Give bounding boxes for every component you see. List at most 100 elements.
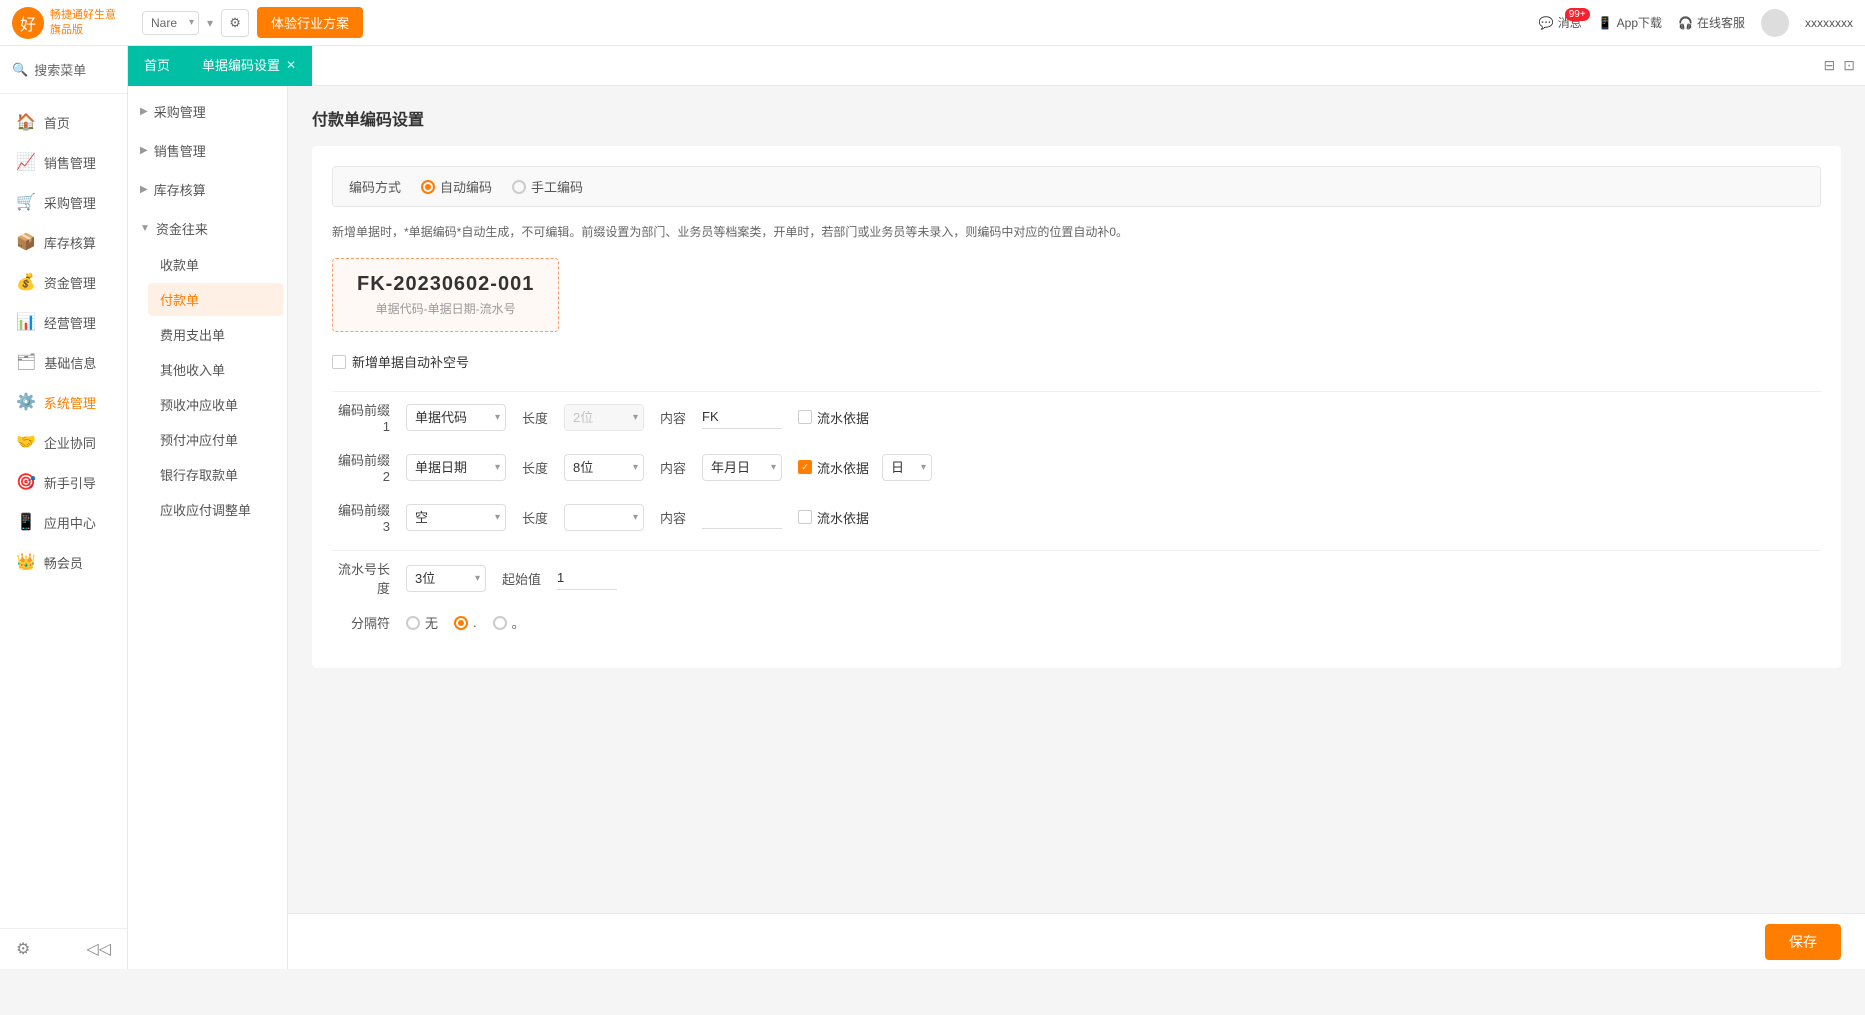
stream2-checkbox[interactable] [798, 460, 812, 474]
content2-select[interactable]: 年月日 [702, 454, 782, 481]
tab-home[interactable]: 首页 [128, 46, 186, 86]
sidebar-bottom: ⚙ ◁◁ [0, 928, 127, 969]
sub-menu-header-inventory[interactable]: ▶ 库存核算 [128, 172, 287, 207]
app-download-btn[interactable]: 📱 App下载 [1598, 14, 1662, 31]
length3-label: 长度 [522, 508, 548, 527]
settings-icon-btn[interactable]: ⚙ [221, 9, 249, 37]
stream1-label: 流水依据 [817, 408, 869, 427]
auto-fill-label: 新增单据自动补空号 [352, 352, 469, 371]
settings-bottom-icon[interactable]: ⚙ [16, 939, 30, 959]
day-select-wrap: 日 [882, 454, 932, 481]
serial-row: 流水号长度 3位 起始值 [332, 559, 1821, 597]
sidebar-item-enterprise[interactable]: 🤝 企业协同 [0, 422, 127, 462]
sep-dot-circle [454, 616, 468, 630]
stream1-checkbox[interactable] [798, 410, 812, 424]
content1-input[interactable] [702, 405, 782, 429]
sep-other-circle [493, 616, 507, 630]
length2-select-wrap: 8位 [564, 454, 644, 481]
sidebar-item-home[interactable]: 🏠 首页 [0, 102, 127, 142]
tab-encode-settings[interactable]: 单据编码设置 ✕ [186, 46, 312, 86]
auto-encode-circle [421, 180, 435, 194]
serial-length-select[interactable]: 3位 [406, 565, 486, 592]
finance-icon: 💰 [16, 272, 36, 292]
company-selector[interactable]: Nare [142, 11, 199, 35]
prefix1-select[interactable]: 单据代码 [406, 404, 506, 431]
length3-select[interactable] [564, 504, 644, 531]
sidebar-item-inventory[interactable]: 📦 库存核算 [0, 222, 127, 262]
search-icon: 🔍 [12, 62, 28, 78]
arrow-down-icon: ▼ [140, 223, 150, 234]
auto-fill-checkbox[interactable] [332, 355, 346, 369]
length3-select-wrap [564, 504, 644, 531]
content1-label: 内容 [660, 408, 686, 427]
sep-none-radio[interactable]: 无 [406, 613, 438, 632]
encode-method-label: 编码方式 [349, 177, 401, 196]
topbar-select-arrow: ▾ [207, 16, 213, 30]
content3-input[interactable] [702, 505, 782, 529]
arrow-right-icon-3: ▶ [140, 184, 148, 195]
online-service-btn[interactable]: 🎧 在线客服 [1678, 14, 1745, 31]
prefix2-label: 编码前缀2 [332, 450, 390, 484]
user-name[interactable]: xxxxxxxx [1805, 16, 1853, 30]
sep-dot-radio[interactable]: . [454, 615, 477, 630]
sidebar-item-system[interactable]: ⚙️ 系统管理 [0, 382, 127, 422]
sidebar-item-operations[interactable]: 📊 经营管理 [0, 302, 127, 342]
prefix3-select-wrap: 空 [406, 504, 506, 531]
sep-other-radio[interactable]: 。 [493, 613, 525, 632]
length1-label: 长度 [522, 408, 548, 427]
industry-button[interactable]: 体验行业方案 [257, 7, 363, 38]
sidebar-item-purchase[interactable]: 🛒 采购管理 [0, 182, 127, 222]
system-icon: ⚙️ [16, 392, 36, 412]
sub-menu-header-capital[interactable]: ▼ 资金往来 [128, 211, 287, 246]
sidebar-item-basics[interactable]: 🗂 基础信息 [0, 342, 127, 382]
sidebar-item-finance[interactable]: 💰 资金管理 [0, 262, 127, 302]
day-select[interactable]: 日 [882, 454, 932, 481]
start-value-label: 起始值 [502, 569, 541, 588]
message-btn[interactable]: 💬 消息 99+ [1539, 14, 1582, 31]
message-badge: 99+ [1565, 8, 1590, 21]
prefix3-select[interactable]: 空 [406, 504, 506, 531]
sub-menu-item-bank[interactable]: 银行存取款单 [148, 458, 283, 491]
sub-menu-header-purchase[interactable]: ▶ 采购管理 [128, 94, 287, 129]
prefix2-select[interactable]: 单据日期 [406, 454, 506, 481]
collapse-icon[interactable]: ◁◁ [86, 939, 111, 959]
start-value-input[interactable] [557, 566, 617, 590]
stream3-checkbox[interactable] [798, 510, 812, 524]
page-content: 付款单编码设置 编码方式 自动编码 手工编码 [288, 86, 1865, 913]
length2-select[interactable]: 8位 [564, 454, 644, 481]
sub-menu-capital: ▼ 资金往来 收款单 付款单 费用支出单 其他收入单 预收冲应收单 预付冲应付单… [128, 211, 287, 526]
sub-menu-item-adjust[interactable]: 应收应付调整单 [148, 493, 283, 526]
manual-encode-radio[interactable]: 手工编码 [512, 177, 583, 196]
sub-menu-item-payment[interactable]: 付款单 [148, 283, 283, 316]
logo-icon: 好 [12, 7, 44, 39]
divider-2 [332, 550, 1821, 551]
tab-close-icon[interactable]: ✕ [286, 58, 296, 72]
sub-menu-header-sales[interactable]: ▶ 销售管理 [128, 133, 287, 168]
sub-menu-item-receipt[interactable]: 收款单 [148, 248, 283, 281]
sub-menu-item-prepay-receivable[interactable]: 预收冲应收单 [148, 388, 283, 421]
length1-select[interactable]: 2位 [564, 404, 644, 431]
sub-menu-sales: ▶ 销售管理 [128, 133, 287, 168]
sub-menu-item-other-income[interactable]: 其他收入单 [148, 353, 283, 386]
sub-menu-item-prepay-payable[interactable]: 预付冲应付单 [148, 423, 283, 456]
length1-select-wrap: 2位 [564, 404, 644, 431]
sales-icon: 📈 [16, 152, 36, 172]
tab-maximize-icon[interactable]: ⊡ [1843, 57, 1855, 74]
sub-menu-item-expense[interactable]: 费用支出单 [148, 318, 283, 351]
basics-icon: 🗂 [16, 352, 36, 372]
home-icon: 🏠 [16, 112, 36, 132]
auto-encode-radio[interactable]: 自动编码 [421, 177, 492, 196]
save-button[interactable]: 保存 [1765, 924, 1841, 960]
sub-menu-capital-items: 收款单 付款单 费用支出单 其他收入单 预收冲应收单 预付冲应付单 银行存取款单… [128, 248, 287, 526]
sidebar-item-apps[interactable]: 📱 应用中心 [0, 502, 127, 542]
encode-method-row: 编码方式 自动编码 手工编码 [332, 166, 1821, 207]
content2-select-wrap: 年月日 [702, 454, 782, 481]
sidebar-item-sales[interactable]: 📈 销售管理 [0, 142, 127, 182]
stream2-label: 流水依据 [817, 458, 869, 477]
sidebar-item-member[interactable]: 👑 畅会员 [0, 542, 127, 582]
sidebar-item-guide[interactable]: 🎯 新手引导 [0, 462, 127, 502]
tab-minimize-icon[interactable]: ⊟ [1824, 57, 1836, 74]
logo-text: 畅捷通好生意 旗品版 [50, 8, 116, 37]
search-menu-btn[interactable]: 🔍 搜索菜单 [8, 56, 119, 83]
avatar[interactable] [1761, 9, 1789, 37]
